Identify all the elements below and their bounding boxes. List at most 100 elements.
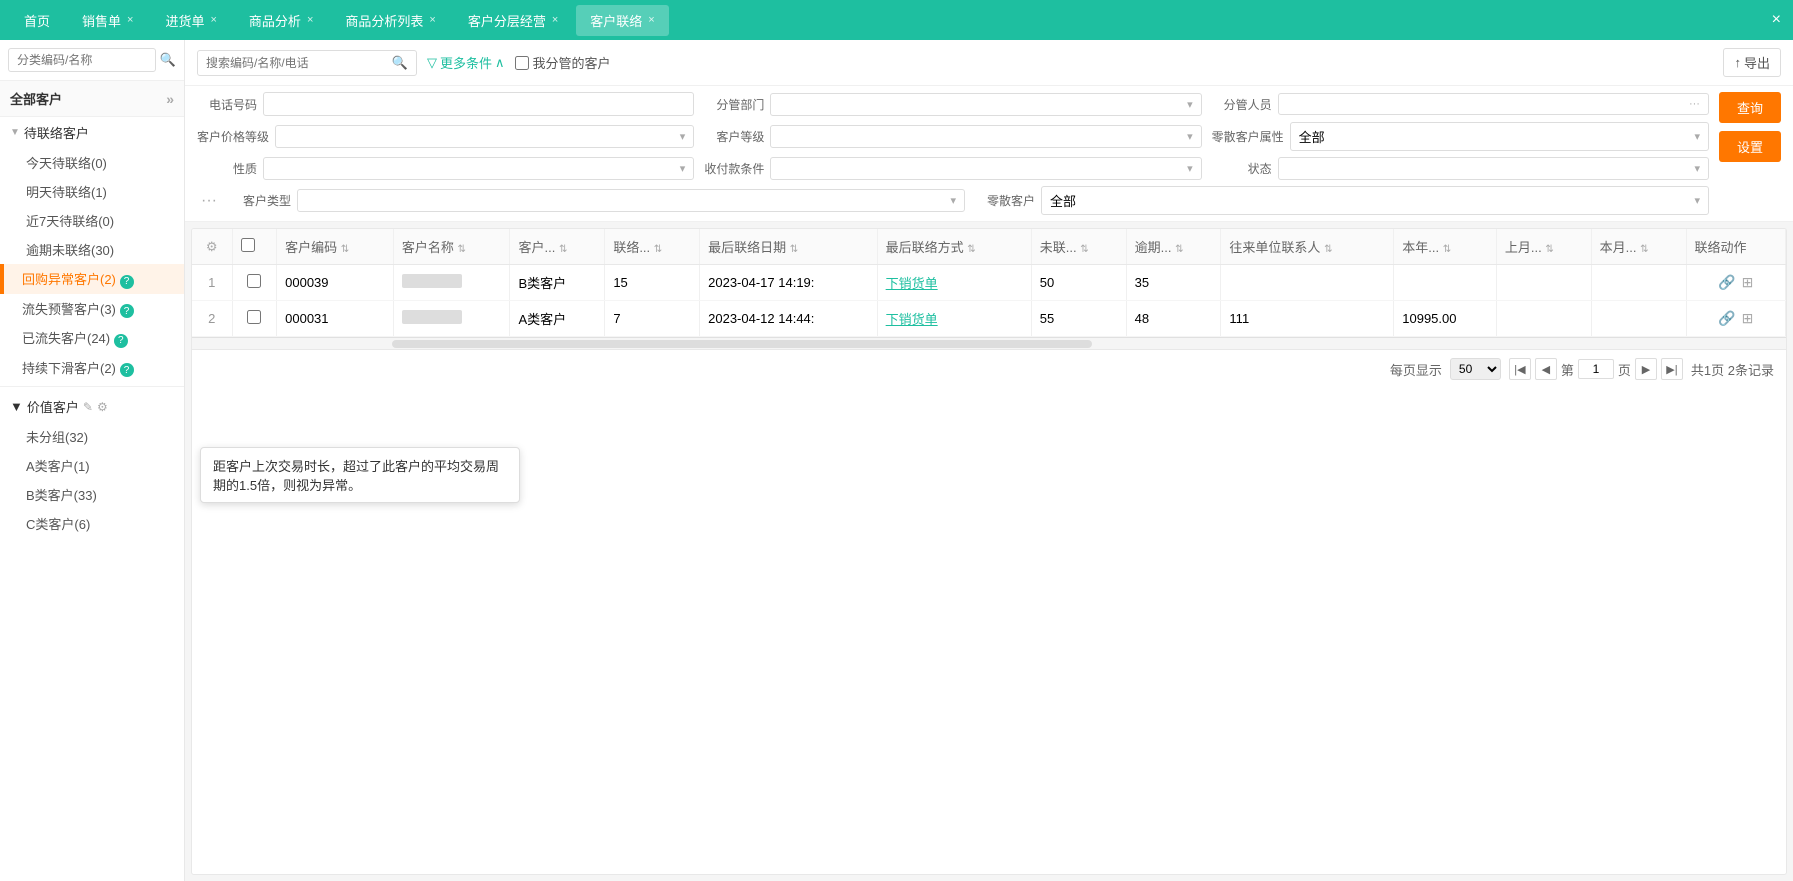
filter-field-phone: 电话号码 xyxy=(197,92,694,116)
row2-grid-icon[interactable]: ⊞ xyxy=(1742,310,1754,327)
last-page-btn[interactable]: ▶| xyxy=(1661,358,1683,380)
settings-button[interactable]: 设置 xyxy=(1719,131,1781,162)
overdue-sort-icon[interactable]: ⇅ xyxy=(1175,244,1183,255)
sidebar-today-pending[interactable]: 今天待联络(0) xyxy=(0,148,184,177)
nav-customer-tier-close[interactable]: × xyxy=(552,14,558,26)
sidebar-c-class[interactable]: C类客户(6) xyxy=(0,509,184,538)
row1-grid-icon[interactable]: ⊞ xyxy=(1742,274,1754,291)
sidebar-a-class[interactable]: A类客户(1) xyxy=(0,451,184,480)
main-search-icon[interactable]: 🔍 xyxy=(392,55,408,71)
dept-select[interactable]: ▾ xyxy=(770,93,1201,116)
more-filters-btn[interactable]: ▽ 更多条件 ∧ xyxy=(427,53,505,72)
nav-product-list[interactable]: 商品分析列表 × xyxy=(331,5,449,36)
persist-down-help-icon[interactable]: ? xyxy=(120,363,134,377)
per-page-select[interactable]: 50 20 100 xyxy=(1450,358,1501,380)
next-page-btn[interactable]: ▶ xyxy=(1635,358,1657,380)
this-month-sort-icon[interactable]: ⇅ xyxy=(1640,244,1648,255)
name-sort-icon[interactable]: ⇅ xyxy=(457,244,465,255)
value-settings-icon[interactable]: ⚙ xyxy=(97,400,108,414)
more-filters-label: 更多条件 xyxy=(440,53,492,72)
lost-help-icon[interactable]: ? xyxy=(114,334,128,348)
my-customers-checkbox[interactable] xyxy=(515,56,529,70)
sidebar-b-class[interactable]: B类客户(33) xyxy=(0,480,184,509)
nav-customer-contact[interactable]: 客户联络 × xyxy=(576,5,668,36)
main-search-input[interactable] xyxy=(206,56,388,70)
payment-select[interactable]: ▾ xyxy=(770,157,1201,180)
sidebar-repeat-purchase[interactable]: 回购异常客户(2) ? xyxy=(0,264,184,294)
table-settings-gear[interactable]: ⚙ xyxy=(206,239,218,254)
sidebar-lost-preview-label: 流失预警客户(3) xyxy=(22,302,116,317)
nav-customer-contact-close[interactable]: × xyxy=(648,14,654,26)
code-sort-icon[interactable]: ⇅ xyxy=(341,244,349,255)
last-method-sort-icon[interactable]: ⇅ xyxy=(967,244,975,255)
last-date-sort-icon[interactable]: ⇅ xyxy=(790,244,798,255)
nav-product-analysis[interactable]: 商品分析 × xyxy=(235,5,327,36)
category-sort-icon[interactable]: ⇅ xyxy=(559,244,567,255)
cust-grade-select[interactable]: ▾ xyxy=(770,125,1201,148)
total-label: 共1页 2条记录 xyxy=(1691,360,1774,379)
query-button[interactable]: 查询 xyxy=(1719,92,1781,123)
status-label: 状态 xyxy=(1212,160,1272,177)
retail-attr-select[interactable]: 全部 ▾ xyxy=(1290,122,1709,151)
horizontal-scrollbar[interactable] xyxy=(192,337,1786,349)
select-all-checkbox[interactable] xyxy=(241,238,255,252)
sidebar-collapse-icon[interactable]: » xyxy=(166,91,174,107)
retail-cust-arrow: ▾ xyxy=(1694,194,1700,207)
sidebar-tomorrow-pending[interactable]: 明天待联络(1) xyxy=(0,177,184,206)
filter-more-dots[interactable]: ··· xyxy=(197,192,221,210)
sidebar-search-input[interactable] xyxy=(8,48,156,72)
sidebar-unclassified[interactable]: 未分组(32) xyxy=(0,422,184,451)
retail-cust-select[interactable]: 全部 ▾ xyxy=(1041,186,1709,215)
person-select[interactable]: ··· xyxy=(1278,93,1709,115)
nav-sales[interactable]: 销售单 × xyxy=(68,5,147,36)
last-month-sort-icon[interactable]: ⇅ xyxy=(1545,244,1553,255)
row1-no-contact: 50 xyxy=(1031,265,1126,301)
th-code-label: 客户编码 xyxy=(285,240,337,255)
price-grade-select[interactable]: ▾ xyxy=(275,125,694,148)
nav-customer-tier[interactable]: 客户分层经营 × xyxy=(454,5,572,36)
th-this-year-label: 本年... xyxy=(1402,240,1439,255)
row1-checkbox-cell xyxy=(232,265,277,301)
no-contact-sort-icon[interactable]: ⇅ xyxy=(1080,244,1088,255)
export-btn[interactable]: ↑ 导出 xyxy=(1723,48,1781,77)
sidebar-7day-pending[interactable]: 近7天待联络(0) xyxy=(0,206,184,235)
this-year-sort-icon[interactable]: ⇅ xyxy=(1443,244,1451,255)
payment-arrow: ▾ xyxy=(1187,162,1193,175)
row2-checkbox[interactable] xyxy=(247,310,261,324)
row1-link-icon[interactable]: 🔗 xyxy=(1718,274,1735,291)
prev-page-btn[interactable]: ◀ xyxy=(1535,358,1557,380)
nav-home[interactable]: 首页 xyxy=(10,5,64,36)
cust-type-select[interactable]: ▾ xyxy=(297,189,965,212)
contact-count-sort-icon[interactable]: ⇅ xyxy=(654,244,662,255)
nav-sales-close[interactable]: × xyxy=(127,14,133,26)
top-nav-close-icon[interactable]: × xyxy=(1772,11,1781,29)
filter-field-payment: 收付款条件 ▾ xyxy=(704,157,1201,180)
sidebar-lost[interactable]: 已流失客户(24) ? xyxy=(0,323,184,353)
lost-preview-help-icon[interactable]: ? xyxy=(120,304,134,318)
nature-select[interactable]: ▾ xyxy=(263,157,694,180)
first-page-btn[interactable]: |◀ xyxy=(1509,358,1531,380)
row2-method-link[interactable]: 下销货单 xyxy=(886,312,938,327)
nav-product-list-close[interactable]: × xyxy=(429,14,435,26)
sidebar-b-class-label: B类客户(33) xyxy=(26,488,97,503)
sidebar-persist-down[interactable]: 持续下滑客户(2) ? xyxy=(0,353,184,383)
row2-link-icon[interactable]: 🔗 xyxy=(1718,310,1735,327)
sidebar-lost-preview[interactable]: 流失预警客户(3) ? xyxy=(0,294,184,324)
contact-person-sort-icon[interactable]: ⇅ xyxy=(1324,244,1332,255)
nav-purchase-close[interactable]: × xyxy=(210,14,216,26)
status-select[interactable]: ▾ xyxy=(1278,157,1709,180)
sidebar-search-icon[interactable]: 🔍 xyxy=(160,52,176,68)
sidebar-overdue-pending[interactable]: 逾期未联络(30) xyxy=(0,235,184,264)
repeat-purchase-help-icon[interactable]: ? xyxy=(120,275,134,289)
phone-input[interactable] xyxy=(263,92,694,116)
page-input[interactable] xyxy=(1578,359,1614,379)
value-edit-icon[interactable]: ✎ xyxy=(83,400,93,414)
sidebar-divider-1 xyxy=(0,386,184,387)
row1-method-link[interactable]: 下销货单 xyxy=(886,276,938,291)
row2-checkbox-cell xyxy=(232,301,277,337)
row1-checkbox[interactable] xyxy=(247,274,261,288)
sidebar-pending-group[interactable]: ▼ 待联络客户 xyxy=(0,117,184,148)
nav-purchase[interactable]: 进货单 × xyxy=(151,5,230,36)
nav-product-analysis-close[interactable]: × xyxy=(307,14,313,26)
advanced-filters: 电话号码 分管部门 ▾ 分管人员 xyxy=(185,86,1793,222)
